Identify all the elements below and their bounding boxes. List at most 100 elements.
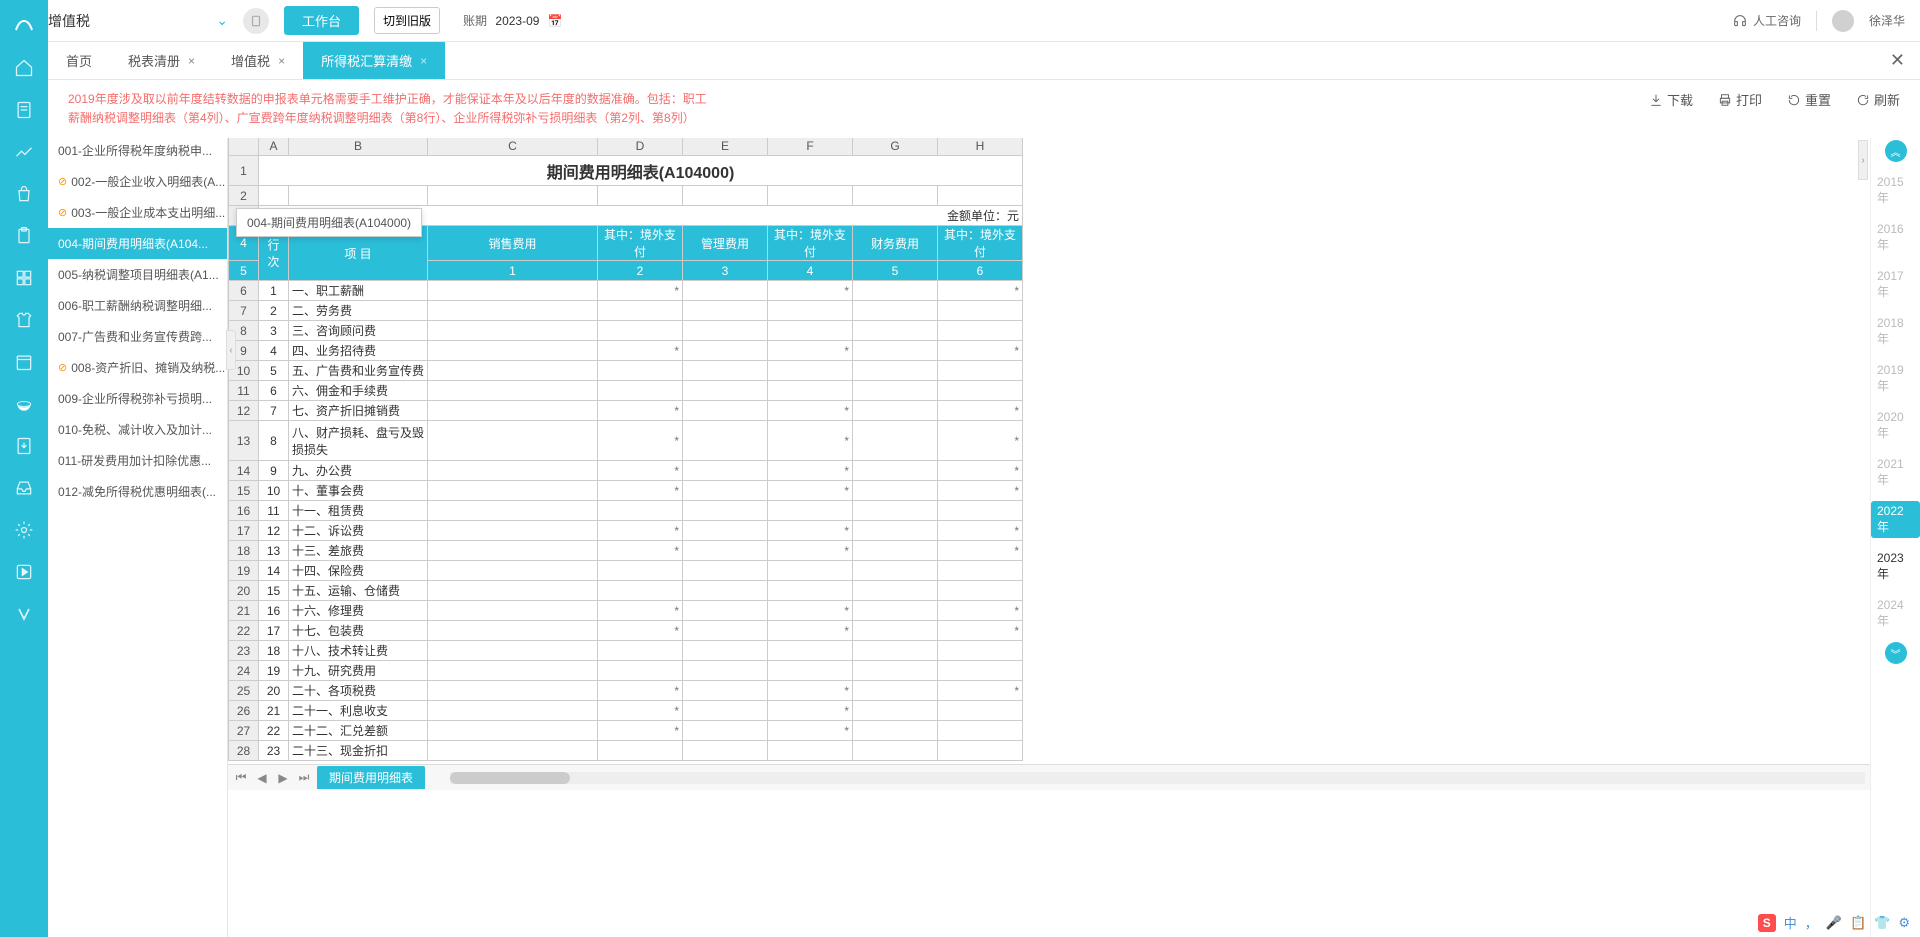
data-cell[interactable] <box>938 561 1023 581</box>
row-header-26[interactable]: 26 <box>229 701 259 721</box>
data-cell[interactable]: * <box>938 601 1023 621</box>
data-cell[interactable]: * <box>938 421 1023 461</box>
data-cell[interactable]: * <box>598 481 683 501</box>
col-header-A[interactable]: A <box>259 136 289 156</box>
data-cell[interactable] <box>428 561 598 581</box>
tax-type-dropdown[interactable]: 增值税 ⌄ <box>48 11 228 31</box>
doc-icon[interactable] <box>14 100 34 120</box>
form-item-3[interactable]: 004-期间费用明细表(A104... <box>48 228 227 259</box>
refresh-button[interactable]: 刷新 <box>1856 90 1900 109</box>
data-cell[interactable] <box>683 381 768 401</box>
form-item-8[interactable]: 009-企业所得税弥补亏损明... <box>48 383 227 414</box>
data-cell[interactable] <box>428 661 598 681</box>
ime-skin[interactable]: 👕 <box>1874 915 1890 931</box>
data-cell[interactable] <box>428 361 598 381</box>
data-cell[interactable] <box>938 641 1023 661</box>
form-item-11[interactable]: 012-减免所得税优惠明细表(... <box>48 476 227 507</box>
row-header-17[interactable]: 17 <box>229 521 259 541</box>
form-item-4[interactable]: 005-纳税调整项目明细表(A1... <box>48 259 227 290</box>
row-header-16[interactable]: 16 <box>229 501 259 521</box>
data-cell[interactable]: * <box>598 701 683 721</box>
data-cell[interactable] <box>428 701 598 721</box>
data-cell[interactable] <box>683 301 768 321</box>
data-cell[interactable]: * <box>938 401 1023 421</box>
data-cell[interactable]: * <box>598 341 683 361</box>
row-header-12[interactable]: 12 <box>229 401 259 421</box>
data-cell[interactable] <box>428 481 598 501</box>
data-cell[interactable] <box>683 341 768 361</box>
data-cell[interactable]: * <box>598 621 683 641</box>
data-cell[interactable] <box>938 581 1023 601</box>
col-header-H[interactable]: H <box>938 136 1023 156</box>
data-cell[interactable] <box>853 701 938 721</box>
data-cell[interactable] <box>683 601 768 621</box>
data-cell[interactable] <box>853 601 938 621</box>
data-cell[interactable] <box>683 321 768 341</box>
data-cell[interactable]: * <box>768 341 853 361</box>
data-cell[interactable] <box>598 301 683 321</box>
data-cell[interactable]: * <box>938 521 1023 541</box>
sheet-nav-first[interactable]: ⏮ <box>233 770 249 785</box>
data-cell[interactable] <box>683 501 768 521</box>
period-value[interactable]: 2023-09 <box>495 14 539 28</box>
ime-voice[interactable]: 🎤 <box>1826 915 1842 931</box>
sidebar-collapse-handle[interactable]: ‹ <box>226 330 236 370</box>
form-item-6[interactable]: 007-广告费和业务宣传费跨... <box>48 321 227 352</box>
data-cell[interactable]: * <box>768 521 853 541</box>
scrollbar-thumb[interactable] <box>450 772 570 784</box>
row-header-18[interactable]: 18 <box>229 541 259 561</box>
data-cell[interactable] <box>683 461 768 481</box>
data-cell[interactable]: * <box>938 461 1023 481</box>
data-cell[interactable]: * <box>768 421 853 461</box>
data-cell[interactable] <box>683 621 768 641</box>
calendar-icon[interactable] <box>14 352 34 372</box>
data-cell[interactable] <box>428 301 598 321</box>
data-cell[interactable]: * <box>598 421 683 461</box>
play-icon[interactable] <box>14 562 34 582</box>
home-icon[interactable] <box>14 58 34 78</box>
data-cell[interactable] <box>938 321 1023 341</box>
data-cell[interactable] <box>428 521 598 541</box>
data-cell[interactable] <box>428 581 598 601</box>
grid-icon[interactable] <box>14 268 34 288</box>
data-cell[interactable] <box>853 481 938 501</box>
data-cell[interactable] <box>683 721 768 741</box>
data-cell[interactable] <box>683 521 768 541</box>
data-cell[interactable]: * <box>768 481 853 501</box>
col-header-F[interactable]: F <box>768 136 853 156</box>
form-item-10[interactable]: 011-研发费用加计扣除优惠... <box>48 445 227 476</box>
close-all-tabs-icon[interactable]: ✕ <box>1890 50 1905 71</box>
data-cell[interactable] <box>853 641 938 661</box>
data-cell[interactable]: * <box>768 281 853 301</box>
year-2023年[interactable]: 2023年 <box>1871 548 1920 585</box>
consult-button[interactable]: 人工咨询 <box>1732 12 1801 29</box>
data-cell[interactable] <box>598 641 683 661</box>
form-item-9[interactable]: 010-免税、减计收入及加计... <box>48 414 227 445</box>
export-icon[interactable] <box>14 436 34 456</box>
calendar-picker-icon[interactable]: 📅 <box>548 14 563 28</box>
data-cell[interactable] <box>598 561 683 581</box>
data-cell[interactable] <box>768 321 853 341</box>
data-cell[interactable] <box>598 501 683 521</box>
switch-old-button[interactable]: 切到旧版 <box>374 7 440 34</box>
data-cell[interactable] <box>853 541 938 561</box>
data-cell[interactable] <box>683 661 768 681</box>
data-cell[interactable] <box>683 701 768 721</box>
data-cell[interactable] <box>853 381 938 401</box>
data-cell[interactable] <box>683 741 768 761</box>
data-cell[interactable]: * <box>938 281 1023 301</box>
data-cell[interactable] <box>683 581 768 601</box>
data-cell[interactable] <box>428 741 598 761</box>
row-header-19[interactable]: 19 <box>229 561 259 581</box>
circle-doc-icon[interactable] <box>243 8 269 34</box>
data-cell[interactable] <box>428 381 598 401</box>
ime-clipboard[interactable]: 📋 <box>1850 915 1866 931</box>
data-cell[interactable] <box>683 281 768 301</box>
data-cell[interactable] <box>853 401 938 421</box>
sheet-nav-prev[interactable]: ◀ <box>254 771 270 785</box>
tshirt-icon[interactable] <box>14 310 34 330</box>
data-cell[interactable] <box>938 361 1023 381</box>
data-cell[interactable] <box>428 421 598 461</box>
row-header-20[interactable]: 20 <box>229 581 259 601</box>
close-icon[interactable]: × <box>420 54 427 68</box>
